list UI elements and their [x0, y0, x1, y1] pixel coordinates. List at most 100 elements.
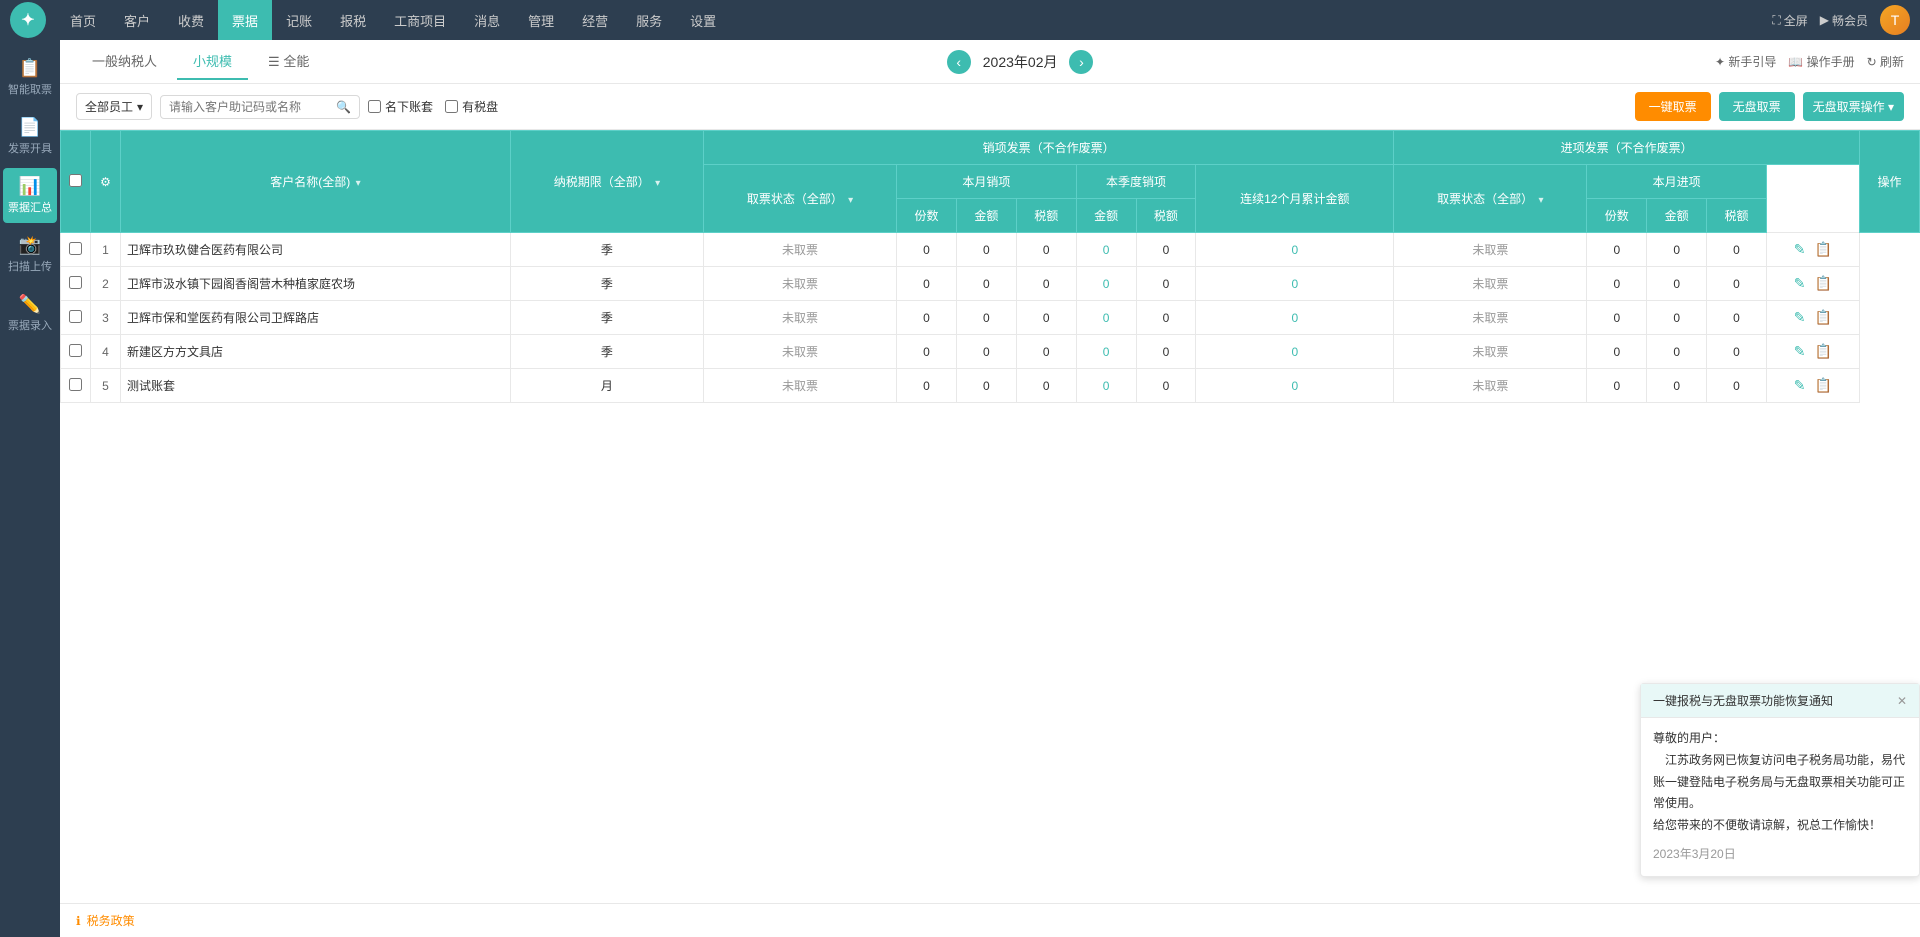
row-num: 2 — [91, 267, 121, 301]
sidebar-item-scan-upload[interactable]: 📸 扫描上传 — [3, 227, 57, 282]
notification-close-btn[interactable]: ✕ — [1897, 694, 1907, 708]
sales-status-filter-icon[interactable]: ▾ — [848, 195, 853, 206]
no-disk-ops-btn[interactable]: 无盘取票操作 ▾ — [1803, 92, 1904, 121]
nav-client[interactable]: 客户 — [110, 0, 164, 40]
row-sm-count: 0 — [897, 335, 957, 369]
nav-business[interactable]: 工商项目 — [380, 0, 460, 40]
nav-manage[interactable]: 管理 — [514, 0, 568, 40]
row-im-tax: 0 — [1707, 301, 1767, 335]
row-checkbox[interactable] — [69, 242, 82, 255]
sidebar-item-invoice-entry[interactable]: ✏️ 票据录入 — [3, 286, 57, 341]
row-im-amount: 0 — [1647, 267, 1707, 301]
no-disk-ticket-btn[interactable]: 无盘取票 — [1719, 92, 1795, 121]
row-checkbox[interactable] — [69, 344, 82, 357]
checkbox-has-disk[interactable]: 有税盘 — [445, 98, 498, 115]
row-im-tax: 0 — [1707, 335, 1767, 369]
row-checkbox-cell — [61, 233, 91, 267]
nav-settings[interactable]: 设置 — [676, 0, 730, 40]
view-icon[interactable]: 📋 — [1815, 275, 1832, 291]
header-12m: 连续12个月累计金额 — [1196, 165, 1394, 233]
nav-fee[interactable]: 收费 — [164, 0, 218, 40]
tax-period-filter-icon[interactable]: ▾ — [655, 178, 660, 189]
input-status-filter-icon[interactable]: ▾ — [1538, 195, 1543, 206]
new-guide-btn[interactable]: ✦ 新手引导 — [1715, 53, 1776, 70]
tab-general-taxpayer[interactable]: 一般纳税人 — [76, 43, 173, 80]
nav-message[interactable]: 消息 — [460, 0, 514, 40]
vip-btn[interactable]: ▶ 畅会员 — [1820, 12, 1868, 29]
row-sm-tax: 0 — [1016, 267, 1076, 301]
row-sq-tax: 0 — [1136, 233, 1196, 267]
header-sq-amount: 金额 — [1076, 199, 1136, 233]
header-ops: 操作 — [1859, 131, 1919, 233]
row-im-amount: 0 — [1647, 335, 1707, 369]
row-sm-count: 0 — [897, 233, 957, 267]
sidebar-item-invoice-issue[interactable]: 📄 发票开具 — [3, 109, 57, 164]
tax-policy-link[interactable]: 税务政策 — [87, 912, 135, 929]
sidebar-item-invoice-summary[interactable]: 📊 票据汇总 — [3, 168, 57, 223]
row-sales-status: 未取票 — [703, 233, 896, 267]
row-actions: ✎ 📋 — [1766, 233, 1859, 267]
checkbox-own-accounts[interactable]: 名下账套 — [368, 98, 433, 115]
edit-icon[interactable]: ✎ — [1794, 275, 1806, 291]
row-num: 4 — [91, 335, 121, 369]
row-checkbox[interactable] — [69, 378, 82, 391]
edit-icon[interactable]: ✎ — [1794, 343, 1806, 359]
row-sm-count: 0 — [897, 267, 957, 301]
edit-icon[interactable]: ✎ — [1794, 377, 1806, 393]
nav-service[interactable]: 服务 — [622, 0, 676, 40]
nav-invoice[interactable]: 票据 — [218, 0, 272, 40]
employee-filter[interactable]: 全部员工 ▾ — [76, 93, 152, 120]
toolbar: 全部员工 ▾ 🔍 名下账套 有税盘 一键取票 无盘取票 无盘取票操作 ▾ — [60, 84, 1920, 130]
one-click-ticket-btn[interactable]: 一键取票 — [1635, 92, 1711, 121]
view-icon[interactable]: 📋 — [1815, 309, 1832, 325]
header-tax-period: 纳税期限（全部） ▾ — [510, 131, 703, 233]
row-actions: ✎ 📋 — [1766, 301, 1859, 335]
row-checkbox[interactable] — [69, 276, 82, 289]
invoice-issue-icon: 📄 — [7, 117, 53, 138]
notification-title: 一键报税与无盘取票功能恢复通知 — [1653, 692, 1833, 709]
search-input[interactable] — [169, 100, 336, 114]
fullscreen-btn[interactable]: ⛶ 全屏 — [1772, 12, 1807, 29]
sidebar-item-smart-ticket[interactable]: 📋 智能取票 — [3, 50, 57, 105]
row-sq-tax: 0 — [1136, 301, 1196, 335]
row-sm-amount: 0 — [956, 335, 1016, 369]
row-checkbox[interactable] — [69, 310, 82, 323]
row-12m: 0 — [1196, 335, 1394, 369]
next-period-btn[interactable]: › — [1069, 50, 1093, 74]
nav-bookkeeping[interactable]: 记账 — [272, 0, 326, 40]
avatar[interactable]: T — [1880, 5, 1910, 35]
header-sm-tax: 税额 — [1016, 199, 1076, 233]
nav-operation[interactable]: 经营 — [568, 0, 622, 40]
search-icon[interactable]: 🔍 — [336, 100, 351, 114]
row-actions: ✎ 📋 — [1766, 335, 1859, 369]
view-icon[interactable]: 📋 — [1815, 343, 1832, 359]
notification-header: 一键报税与无盘取票功能恢复通知 ✕ — [1641, 684, 1919, 718]
has-disk-checkbox[interactable] — [445, 100, 458, 113]
row-customer: 卫辉市汲水镇下园阁香阁营木种植家庭农场 — [121, 267, 511, 301]
row-sm-amount: 0 — [956, 233, 1016, 267]
customer-filter-icon[interactable]: ▾ — [356, 178, 361, 189]
nav-home[interactable]: 首页 — [56, 0, 110, 40]
row-sm-amount: 0 — [956, 369, 1016, 403]
row-im-tax: 0 — [1707, 233, 1767, 267]
refresh-btn[interactable]: ↻ 刷新 — [1867, 53, 1904, 70]
view-icon[interactable]: 📋 — [1815, 377, 1832, 393]
tab-small-scale[interactable]: 小规模 — [177, 43, 248, 80]
customer-label: 客户名称(全部) — [270, 175, 350, 189]
nav-tax[interactable]: 报税 — [326, 0, 380, 40]
edit-icon[interactable]: ✎ — [1794, 241, 1806, 257]
row-sq-amount: 0 — [1076, 369, 1136, 403]
tab-all[interactable]: ☰ 全能 — [252, 43, 325, 80]
table-row: 5 测试账套 月 未取票 0 0 0 0 0 0 未取票 0 0 0 ✎ 📋 — [61, 369, 1920, 403]
own-accounts-checkbox[interactable] — [368, 100, 381, 113]
manual-btn[interactable]: 📖 操作手册 — [1788, 53, 1854, 70]
header-sq-tax: 税额 — [1136, 199, 1196, 233]
select-all-checkbox[interactable] — [69, 174, 82, 187]
period-nav: ‹ 2023年02月 › — [329, 50, 1711, 74]
view-icon[interactable]: 📋 — [1815, 241, 1832, 257]
row-sm-count: 0 — [897, 301, 957, 335]
prev-period-btn[interactable]: ‹ — [947, 50, 971, 74]
edit-icon[interactable]: ✎ — [1794, 309, 1806, 325]
settings-icon[interactable]: ⚙ — [100, 175, 111, 189]
input-status-label: 取票状态（全部） — [1437, 192, 1533, 206]
